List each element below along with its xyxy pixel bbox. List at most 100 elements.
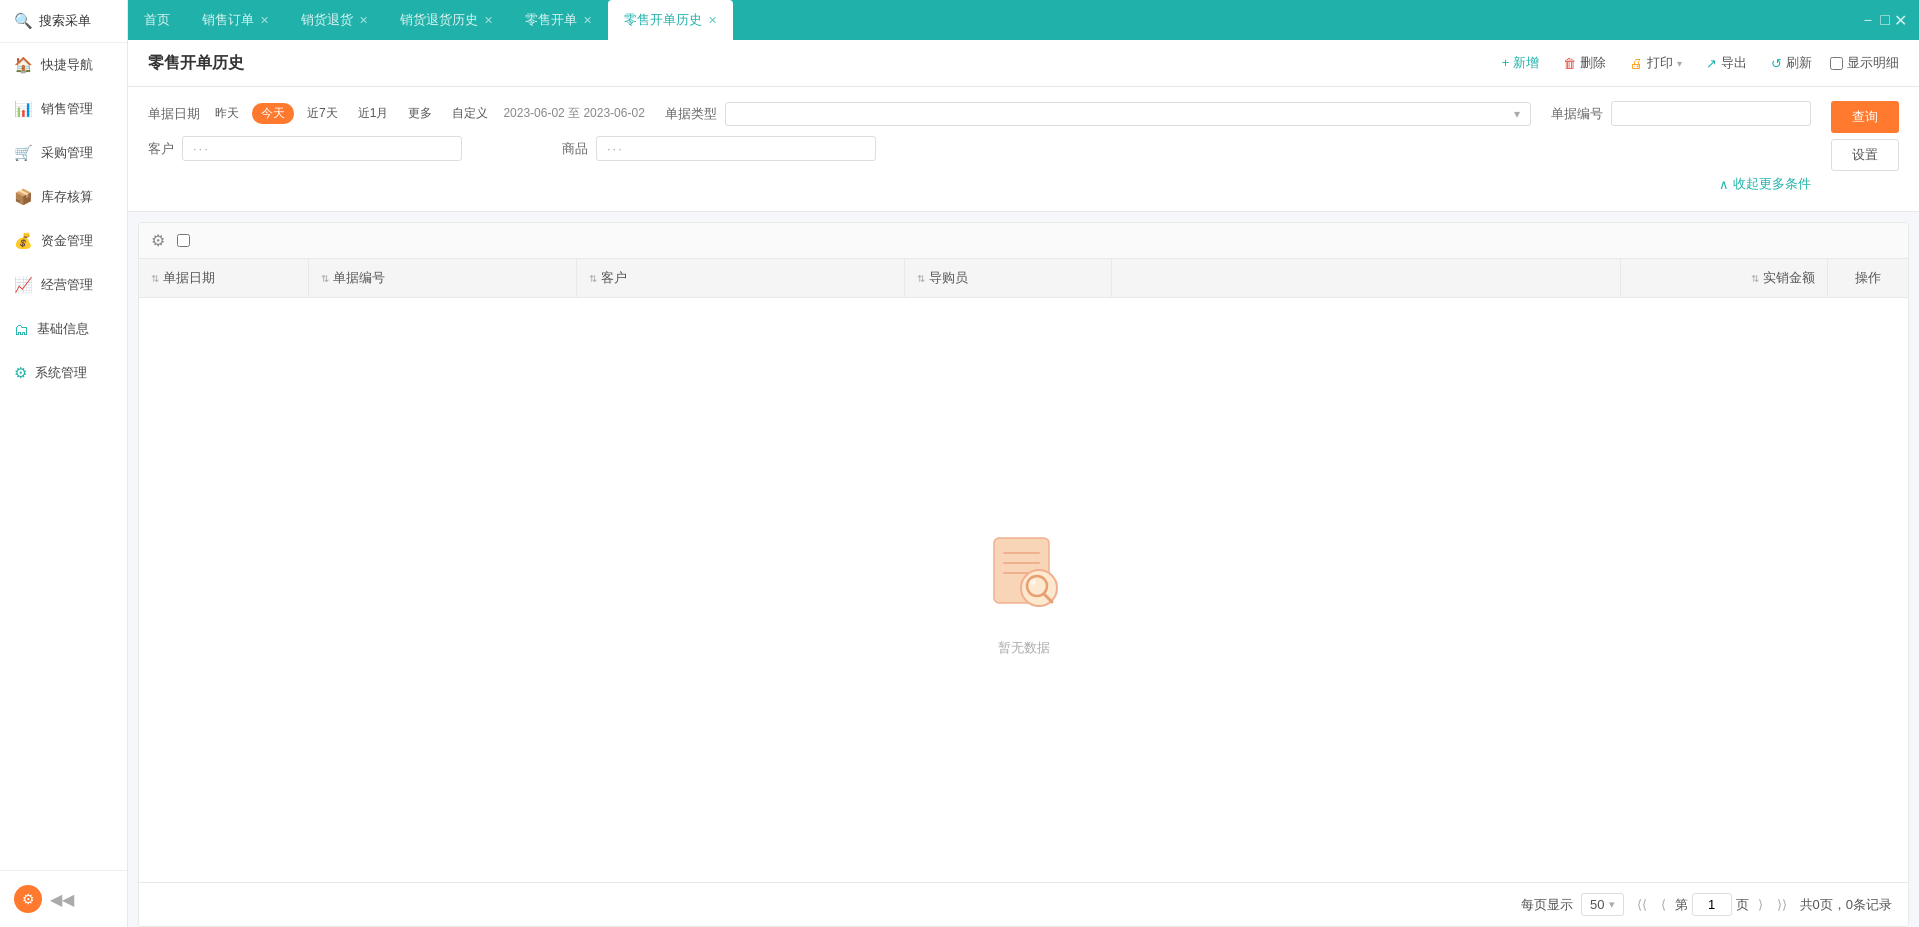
sidebar-item-purchase-mgmt[interactable]: 🛒 采购管理	[0, 131, 127, 175]
window-close-icon[interactable]: ✕	[1894, 11, 1907, 30]
table-section: ⚙ ⇅ 单据日期 ⇅ 单据编号 ⇅ 客户 ⇅ 导购员	[138, 222, 1909, 927]
th-guide-label: 导购员	[929, 269, 968, 287]
customer-input[interactable]: ···	[182, 136, 462, 161]
export-button[interactable]: ↗ 导出	[1700, 50, 1753, 76]
product-input[interactable]: ···	[596, 136, 876, 161]
customer-label: 客户	[148, 140, 174, 158]
prev-page-btn[interactable]: ⟨	[1656, 895, 1671, 914]
th-spacer	[1112, 259, 1622, 297]
sidebar-item-inventory[interactable]: 📦 库存核算	[0, 175, 127, 219]
table-settings-icon[interactable]: ⚙	[151, 231, 165, 250]
th-num-label: 单据编号	[333, 269, 385, 287]
sidebar: 🔍 搜索采单 🏠 快捷导航 📊 销售管理 🛒 采购管理 📦 库存核算 💰 资金管…	[0, 0, 128, 927]
main-area: 首页 销售订单 ✕ 销货退货 ✕ 销货退货历史 ✕ 零售开单 ✕ 零售开单历史 …	[128, 0, 1919, 927]
per-page-chevron-icon: ▾	[1609, 898, 1615, 911]
sidebar-item-label: 资金管理	[41, 232, 93, 250]
collapse-up-icon: ∧	[1719, 177, 1729, 192]
date-shortcuts: 昨天 今天 近7天 近1月 更多 自定义	[208, 103, 495, 124]
collapse-filter-btn[interactable]: ∧ 收起更多条件	[1719, 171, 1811, 197]
date-more-btn[interactable]: 更多	[401, 103, 439, 124]
tab-sales-return-history-label: 销货退货历史	[400, 11, 478, 29]
show-detail-checkbox-group[interactable]: 显示明细	[1830, 54, 1899, 72]
date-yesterday-btn[interactable]: 昨天	[208, 103, 246, 124]
th-amount[interactable]: ⇅ 实销金额	[1621, 259, 1828, 297]
sidebar-item-label: 库存核算	[41, 188, 93, 206]
date-7days-btn[interactable]: 近7天	[300, 103, 345, 124]
th-date-sort-icon: ⇅	[151, 273, 159, 284]
delete-button[interactable]: 🗑 删除	[1557, 50, 1612, 76]
refresh-icon: ↺	[1771, 56, 1782, 71]
page-label: 第	[1675, 896, 1688, 914]
print-chevron-icon: ▾	[1677, 58, 1682, 69]
sidebar-item-basic-info[interactable]: 🗂 基础信息	[0, 307, 127, 351]
collapse-sidebar-btn[interactable]: ◀◀	[50, 890, 74, 909]
empty-icon	[974, 523, 1074, 623]
page-nav: ⟨⟨ ⟨ 第 页 ⟩ ⟩⟩	[1632, 893, 1792, 916]
sidebar-item-quick-nav[interactable]: 🏠 快捷导航	[0, 43, 127, 87]
product-label: 商品	[562, 140, 588, 158]
date-1month-btn[interactable]: 近1月	[351, 103, 396, 124]
tab-sales-order-close[interactable]: ✕	[260, 14, 269, 27]
filter-action-btns: 查询 设置	[1831, 101, 1899, 171]
sidebar-footer: ⚙ ◀◀	[0, 870, 127, 927]
customer-dots: ···	[193, 141, 210, 156]
th-date[interactable]: ⇅ 单据日期	[139, 259, 309, 297]
delete-btn-label: 删除	[1580, 54, 1606, 72]
bill-no-text-input[interactable]	[1622, 106, 1800, 121]
th-num[interactable]: ⇅ 单据编号	[309, 259, 576, 297]
top-nav: 首页 销售订单 ✕ 销货退货 ✕ 销货退货历史 ✕ 零售开单 ✕ 零售开单历史 …	[128, 0, 1919, 40]
sidebar-item-label: 采购管理	[41, 144, 93, 162]
sidebar-item-sys-mgmt[interactable]: ⚙ 系统管理	[0, 351, 127, 395]
refresh-button[interactable]: ↺ 刷新	[1765, 50, 1818, 76]
collapse-label: 收起更多条件	[1733, 175, 1811, 193]
page-num-input[interactable]	[1692, 893, 1732, 916]
sidebar-search[interactable]: 🔍 搜索采单	[0, 0, 127, 43]
th-customer-label: 客户	[601, 269, 627, 287]
date-custom-btn[interactable]: 自定义	[445, 103, 495, 124]
th-num-sort-icon: ⇅	[321, 273, 329, 284]
th-amount-label: 实销金额	[1763, 269, 1815, 287]
th-guide[interactable]: ⇅ 导购员	[905, 259, 1112, 297]
filter-settings-button[interactable]: 设置	[1831, 139, 1899, 171]
print-button[interactable]: 🖨 打印 ▾	[1624, 50, 1688, 76]
date-today-btn[interactable]: 今天	[252, 103, 294, 124]
tab-sales-return[interactable]: 销货退货 ✕	[285, 0, 384, 40]
window-maximize-icon[interactable]: □	[1880, 11, 1890, 29]
th-customer[interactable]: ⇅ 客户	[577, 259, 905, 297]
tab-retail-open-history-label: 零售开单历史	[624, 11, 702, 29]
per-page-select[interactable]: 50 ▾	[1581, 893, 1623, 916]
sidebar-search-label: 搜索采单	[39, 12, 91, 30]
tab-sales-return-history-close[interactable]: ✕	[484, 14, 493, 27]
first-page-btn[interactable]: ⟨⟨	[1632, 895, 1652, 914]
table-toolbar: ⚙	[139, 223, 1908, 259]
filter-row-2: 客户 ··· 商品 ···	[148, 136, 1811, 161]
settings-gear-btn[interactable]: ⚙	[14, 885, 42, 913]
tab-retail-open[interactable]: 零售开单 ✕	[509, 0, 608, 40]
query-button[interactable]: 查询	[1831, 101, 1899, 133]
tab-sales-order[interactable]: 销售订单 ✕	[186, 0, 285, 40]
sidebar-item-operations[interactable]: 📈 经营管理	[0, 263, 127, 307]
add-button[interactable]: + 新增	[1496, 50, 1545, 76]
tab-sales-return-label: 销货退货	[301, 11, 353, 29]
tab-retail-open-history-close[interactable]: ✕	[708, 14, 717, 27]
last-page-btn[interactable]: ⟩⟩	[1772, 895, 1792, 914]
page-suffix: 页	[1736, 896, 1749, 914]
sidebar-item-finance[interactable]: 💰 资金管理	[0, 219, 127, 263]
window-minimize-icon[interactable]: －	[1860, 10, 1876, 31]
show-detail-checkbox[interactable]	[1830, 57, 1843, 70]
tab-retail-open-close[interactable]: ✕	[583, 14, 592, 27]
chart-icon: 📊	[14, 100, 33, 118]
search-icon: 🔍	[14, 12, 33, 30]
bill-no-label: 单据编号	[1551, 105, 1603, 123]
tab-sales-return-history[interactable]: 销货退货历史 ✕	[384, 0, 509, 40]
tab-home[interactable]: 首页	[128, 0, 186, 40]
bill-type-select[interactable]: ▾	[725, 102, 1531, 126]
sidebar-item-sales-mgmt[interactable]: 📊 销售管理	[0, 87, 127, 131]
tab-sales-return-close[interactable]: ✕	[359, 14, 368, 27]
next-page-btn[interactable]: ⟩	[1753, 895, 1768, 914]
tab-retail-open-history[interactable]: 零售开单历史 ✕	[608, 0, 733, 40]
bill-no-input[interactable]	[1611, 101, 1811, 126]
select-all-checkbox[interactable]	[177, 234, 190, 247]
cart-icon: 🛒	[14, 144, 33, 162]
page-header: 零售开单历史 + 新增 🗑 删除 🖨 打印 ▾ ↗ 导出	[128, 40, 1919, 87]
